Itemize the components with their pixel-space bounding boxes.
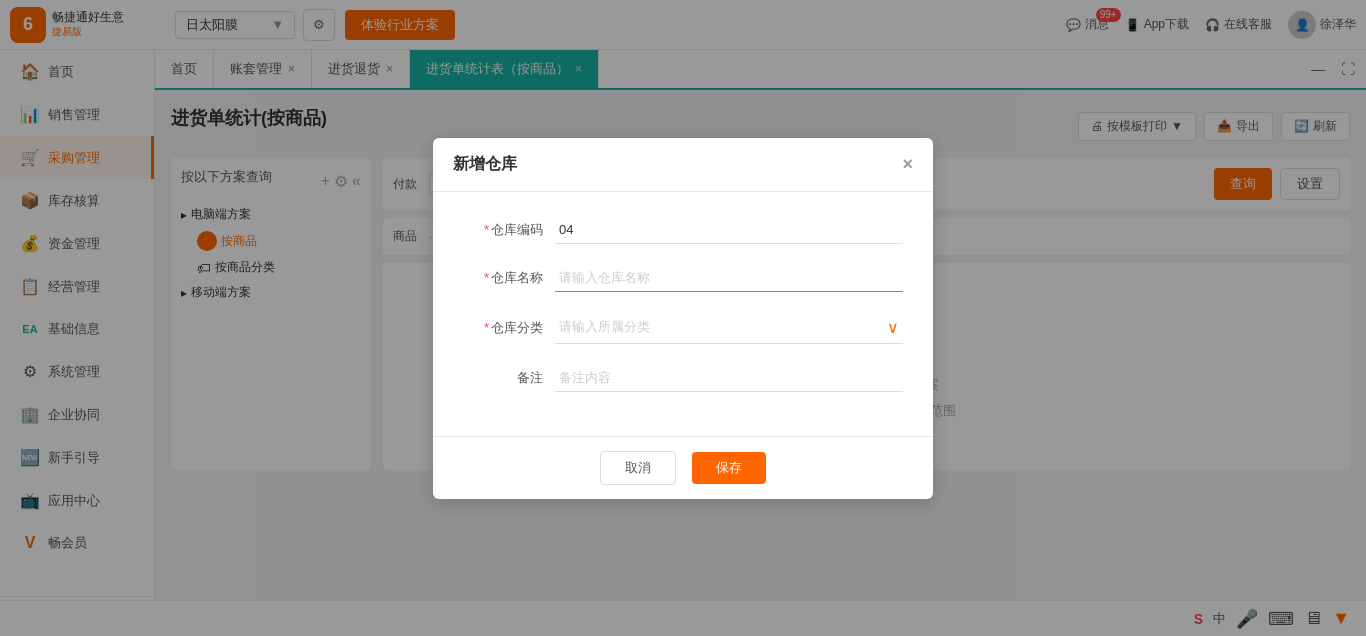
name-input[interactable] [555, 264, 903, 292]
modal-header: 新增仓库 × [433, 138, 933, 192]
modal-close-button[interactable]: × [902, 154, 913, 175]
category-dropdown-icon: ∨ [887, 318, 899, 337]
code-input[interactable] [555, 216, 903, 244]
modal-body: *仓库编码 *仓库名称 *仓库分类 请输入所属分类 ∨ [433, 192, 933, 436]
code-label: *仓库编码 [463, 221, 543, 239]
category-label: *仓库分类 [463, 319, 543, 337]
new-warehouse-modal: 新增仓库 × *仓库编码 *仓库名称 *仓库分类 [433, 138, 933, 499]
cancel-button[interactable]: 取消 [600, 451, 676, 485]
form-row-category: *仓库分类 请输入所属分类 ∨ [463, 312, 903, 344]
modal-overlay[interactable]: 新增仓库 × *仓库编码 *仓库名称 *仓库分类 [0, 0, 1366, 636]
note-input[interactable] [555, 364, 903, 392]
name-label: *仓库名称 [463, 269, 543, 287]
modal-footer: 取消 保存 [433, 436, 933, 499]
category-select[interactable]: 请输入所属分类 ∨ [555, 312, 903, 344]
note-label: 备注 [463, 369, 543, 387]
form-row-code: *仓库编码 [463, 216, 903, 244]
category-placeholder: 请输入所属分类 [559, 318, 650, 336]
save-button[interactable]: 保存 [692, 452, 766, 484]
form-row-note: 备注 [463, 364, 903, 392]
form-row-name: *仓库名称 [463, 264, 903, 292]
modal-title: 新增仓库 [453, 154, 517, 175]
